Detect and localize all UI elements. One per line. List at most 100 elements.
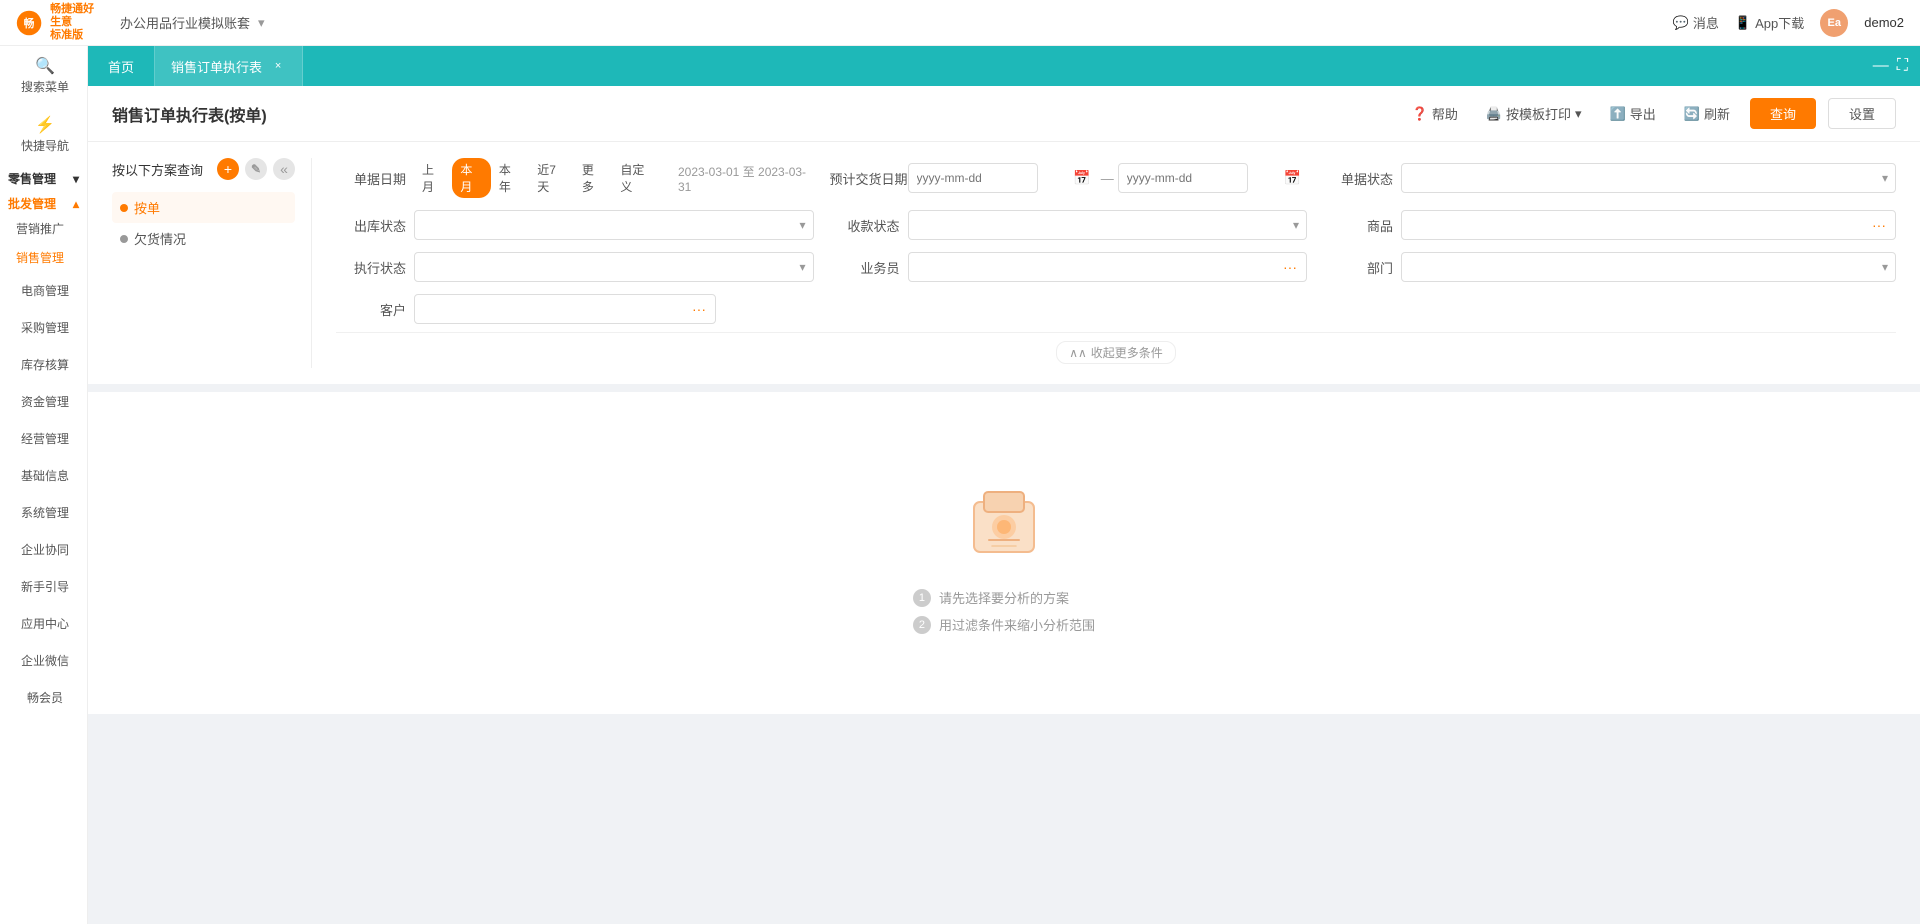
goods-input[interactable]: [1401, 210, 1896, 240]
message-icon: 💬: [1673, 15, 1689, 31]
mobile-icon: 📱: [1735, 15, 1751, 31]
avatar: Ea: [1820, 9, 1848, 37]
edit-scheme-button[interactable]: ✎: [245, 158, 267, 180]
filter-right-panel: 单据日期 上月 本月 本年 近7天 更多 自定义: [312, 158, 1896, 368]
settings-button[interactable]: 设置: [1828, 98, 1896, 129]
customer-input[interactable]: [414, 294, 716, 324]
filter-group-customer: 客户 ···: [336, 294, 716, 324]
calendar-start-icon: 📅: [1073, 170, 1090, 187]
industry-label: 办公用品行业模拟账套: [120, 13, 250, 32]
export-button[interactable]: ⬆️ 导出: [1602, 100, 1664, 127]
filter-nav-欠货情况[interactable]: 欠货情况: [112, 223, 295, 254]
calendar-end-icon: 📅: [1284, 170, 1301, 187]
print-dropdown-icon: ▾: [1575, 106, 1582, 122]
customer-dots-button[interactable]: ···: [688, 301, 710, 317]
exec-status-select[interactable]: [414, 252, 814, 282]
dropdown-icon[interactable]: ▾: [258, 15, 265, 31]
export-icon: ⬆️: [1610, 106, 1626, 122]
sidebar-section-retail[interactable]: 零售管理▾: [0, 164, 87, 189]
header-middle: 办公用品行业模拟账套 ▾: [104, 13, 1673, 32]
filter-group-out-status: 出库状态: [336, 210, 814, 240]
sidebar-item-enterprise[interactable]: 企业协同: [0, 531, 87, 568]
date-range-text: 2023-03-01 至 2023-03-31: [678, 163, 814, 194]
bill-status-select-wrap: [1401, 163, 1896, 193]
sidebar-item-finance[interactable]: 资金管理: [0, 383, 87, 420]
sidebar-section-wholesale[interactable]: 批发管理▴: [0, 189, 87, 214]
exec-status-label: 执行状态: [336, 258, 406, 277]
out-status-select[interactable]: [414, 210, 814, 240]
empty-tip-2: 2 用过滤条件来缩小分析范围: [913, 615, 1095, 634]
date-tab-more[interactable]: 更多: [574, 158, 612, 198]
sidebar-sub-marketing[interactable]: 营销推广: [0, 214, 87, 243]
date-tabs: 上月 本月 本年 近7天 更多 自定义: [414, 158, 662, 198]
print-icon: 🖨️: [1486, 106, 1502, 122]
tab-close-button[interactable]: ×: [270, 58, 286, 74]
user-name[interactable]: demo2: [1864, 15, 1904, 30]
sidebar-item-operations[interactable]: 经营管理: [0, 420, 87, 457]
sidebar-item-search[interactable]: 🔍 搜索菜单: [0, 46, 87, 105]
expected-date-end-input[interactable]: [1118, 163, 1248, 193]
tab-bar: 首页 销售订单执行表 × — ⛶: [88, 46, 1920, 86]
expected-date-start-input[interactable]: [908, 163, 1038, 193]
help-button[interactable]: ❓ 帮助: [1404, 100, 1466, 127]
collapse-button[interactable]: ∧∧ 收起更多条件: [1056, 341, 1176, 364]
collect-status-select[interactable]: [908, 210, 1308, 240]
page-content: 销售订单执行表(按单) ❓ 帮助 🖨️ 按模板打印 ▾ ⬆️ 导出: [88, 86, 1920, 924]
salesman-dots-button[interactable]: ···: [1279, 259, 1301, 275]
tab-minimize-icon[interactable]: —: [1873, 57, 1889, 75]
date-label: 单据日期: [336, 169, 406, 188]
goods-dots-button[interactable]: ···: [1868, 217, 1890, 233]
tip-num-1: 1: [913, 589, 931, 607]
date-tab-this-year[interactable]: 本年: [491, 158, 529, 198]
sidebar-item-ecommerce[interactable]: 电商管理: [0, 272, 87, 309]
exec-status-select-wrap: [414, 252, 814, 282]
sidebar-item-member[interactable]: 畅会员: [0, 679, 87, 716]
filter-left-title: 按以下方案查询 + ✎ «: [112, 158, 295, 180]
page-header: 销售订单执行表(按单) ❓ 帮助 🖨️ 按模板打印 ▾ ⬆️ 导出: [88, 86, 1920, 142]
app-download-button[interactable]: 📱 App下载: [1735, 13, 1804, 32]
date-tab-custom[interactable]: 自定义: [612, 158, 662, 198]
filter-rows: 单据日期 上月 本月 本年 近7天 更多 自定义: [336, 158, 1896, 324]
collapse-panel-button[interactable]: «: [273, 158, 295, 180]
dept-label: 部门: [1323, 258, 1393, 277]
tab-current[interactable]: 销售订单执行表 ×: [155, 46, 303, 86]
filter-left-icons: + ✎ «: [217, 158, 295, 180]
date-tab-this-month[interactable]: 本月: [452, 158, 490, 198]
goods-input-wrap: ···: [1401, 210, 1896, 240]
out-status-label: 出库状态: [336, 216, 406, 235]
logo-text: 畅捷通好生意 标准版: [50, 3, 104, 43]
print-button[interactable]: 🖨️ 按模板打印 ▾: [1478, 100, 1590, 127]
bill-status-select[interactable]: [1401, 163, 1896, 193]
filter-group-exec-status: 执行状态: [336, 252, 814, 282]
add-scheme-button[interactable]: +: [217, 158, 239, 180]
dept-select[interactable]: [1401, 252, 1896, 282]
goods-label: 商品: [1323, 216, 1393, 235]
message-button[interactable]: 💬 消息: [1673, 13, 1719, 32]
sidebar-item-inventory[interactable]: 库存核算: [0, 346, 87, 383]
sidebar-sub-sales[interactable]: 销售管理: [0, 243, 87, 272]
quicknav-icon: ⚡: [35, 115, 55, 135]
sidebar-item-purchase[interactable]: 采购管理: [0, 309, 87, 346]
sidebar-item-newbie[interactable]: 新手引导: [0, 568, 87, 605]
tab-home[interactable]: 首页: [88, 46, 155, 86]
filter-group-expected-date: 预计交货日期 📅 — 📅: [830, 163, 1308, 193]
sidebar-item-basic-info[interactable]: 基础信息: [0, 457, 87, 494]
filter-row-4: 客户 ···: [336, 294, 1896, 324]
filter-nav-按单[interactable]: 按单: [112, 192, 295, 223]
query-button[interactable]: 查询: [1750, 98, 1816, 129]
logo-icon: 畅: [16, 7, 42, 39]
salesman-input[interactable]: [908, 252, 1308, 282]
filter-row-1: 单据日期 上月 本月 本年 近7天 更多 自定义: [336, 158, 1896, 198]
sidebar-item-app-center[interactable]: 应用中心: [0, 605, 87, 642]
collect-status-select-wrap: [908, 210, 1308, 240]
tab-maximize-icon[interactable]: ⛶: [1897, 57, 1908, 75]
collapse-icon: ∧∧: [1069, 346, 1087, 360]
tab-actions: — ⛶: [1861, 57, 1920, 75]
sidebar-item-quicknav[interactable]: ⚡ 快捷导航: [0, 105, 87, 164]
date-tab-last-month[interactable]: 上月: [414, 158, 452, 198]
sidebar-item-wecom[interactable]: 企业微信: [0, 642, 87, 679]
sidebar-item-system[interactable]: 系统管理: [0, 494, 87, 531]
refresh-button[interactable]: 🔄 刷新: [1676, 100, 1738, 127]
date-tab-7days[interactable]: 近7天: [529, 158, 574, 198]
search-icon: 🔍: [35, 56, 55, 76]
